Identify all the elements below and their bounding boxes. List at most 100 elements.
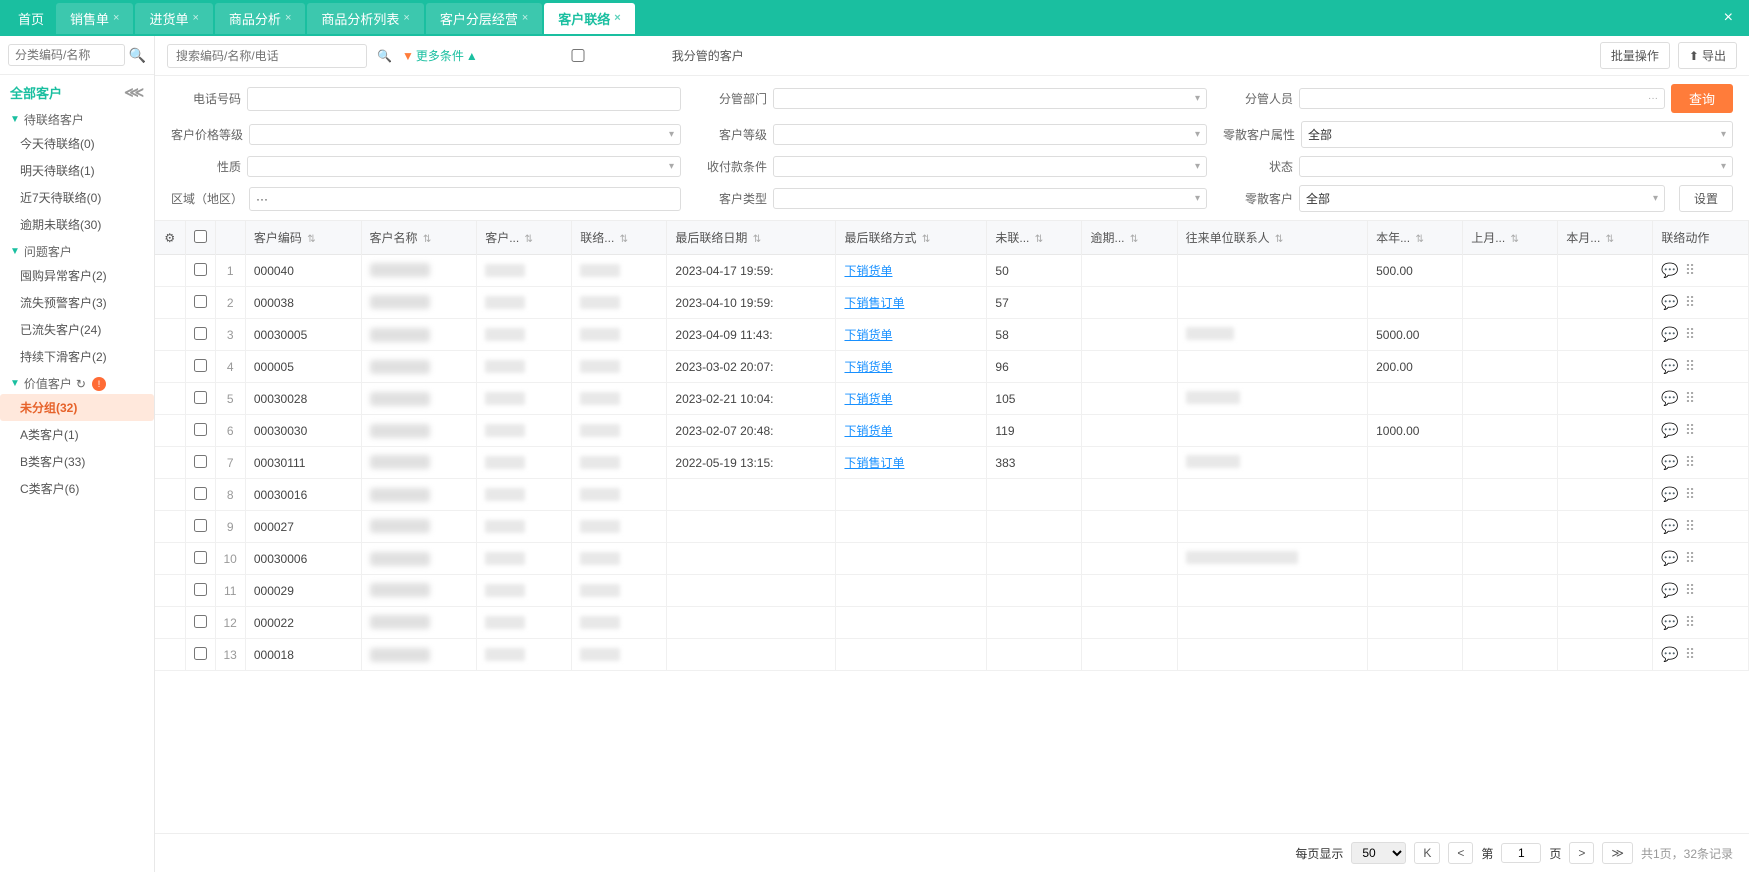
row-check[interactable] xyxy=(194,615,207,628)
sidebar-item-tomorrow[interactable]: 明天待联络(1) xyxy=(0,157,154,184)
sidebar-item-7days[interactable]: 近7天待联络(0) xyxy=(0,184,154,211)
sidebar-item-declining[interactable]: 持续下滑客户(2) xyxy=(0,343,154,370)
batch-op-btn[interactable]: 批量操作 xyxy=(1600,42,1670,69)
status-select[interactable]: ▾ xyxy=(1299,156,1733,177)
qr-icon[interactable]: ⠿ xyxy=(1685,454,1695,471)
no-contact-col-header[interactable]: 未联... ⇅ xyxy=(987,221,1082,255)
phone-input[interactable] xyxy=(247,87,681,111)
row-last-contact-method[interactable]: 下销货单 xyxy=(836,415,987,447)
sidebar-item-lost[interactable]: 已流失客户(24) xyxy=(0,316,154,343)
sidebar-item-today[interactable]: 今天待联络(0) xyxy=(0,130,154,157)
tab-customer-contact[interactable]: 客户联络 × xyxy=(544,3,634,34)
row-check[interactable] xyxy=(194,423,207,436)
qr-icon[interactable]: ⠿ xyxy=(1685,390,1695,407)
row-check[interactable] xyxy=(194,551,207,564)
sidebar-item-b-class[interactable]: B类客户(33) xyxy=(0,448,154,475)
problem-customer-group[interactable]: ▼ 问题客户 xyxy=(0,238,154,262)
region-select[interactable]: ··· xyxy=(249,187,681,211)
filter-search-icon[interactable]: 🔍 xyxy=(377,49,392,63)
close-sales-order[interactable]: × xyxy=(113,12,119,24)
this-month-col-header[interactable]: 本月... ⇅ xyxy=(1558,221,1653,255)
price-grade-select[interactable]: ▾ xyxy=(249,124,681,145)
chat-icon[interactable]: 💬 xyxy=(1661,390,1678,407)
category-col-header[interactable]: 客户... ⇅ xyxy=(477,221,572,255)
chat-icon[interactable]: 💬 xyxy=(1661,550,1678,567)
qr-icon[interactable]: ⠿ xyxy=(1685,326,1695,343)
row-check[interactable] xyxy=(194,327,207,340)
prev-page-btn[interactable]: < xyxy=(1448,842,1473,864)
home-tab[interactable]: 首页 xyxy=(8,3,54,34)
tab-product-analysis-list[interactable]: 商品分析列表 × xyxy=(307,3,423,34)
tab-sales-order[interactable]: 销售单 × xyxy=(56,3,133,34)
close-product-analysis-list[interactable]: × xyxy=(403,12,409,24)
row-check[interactable] xyxy=(194,391,207,404)
sidebar-item-abnormal[interactable]: 囤购异常客户(2) xyxy=(0,262,154,289)
chat-icon[interactable]: 💬 xyxy=(1661,454,1678,471)
row-check[interactable] xyxy=(194,359,207,372)
all-customers-header[interactable]: 全部客户 ⋘ xyxy=(0,75,154,106)
qr-icon[interactable]: ⠿ xyxy=(1685,550,1695,567)
contact-col-header[interactable]: 联络... ⇅ xyxy=(572,221,667,255)
chat-icon[interactable]: 💬 xyxy=(1661,646,1678,663)
chat-icon[interactable]: 💬 xyxy=(1661,262,1678,279)
chat-icon[interactable]: 💬 xyxy=(1661,358,1678,375)
more-conditions-btn[interactable]: ▼ 更多条件 ▲ xyxy=(402,47,478,64)
pending-contact-group[interactable]: ▼ 待联络客户 xyxy=(0,106,154,130)
sidebar-search-icon[interactable]: 🔍 xyxy=(129,47,146,64)
qr-icon[interactable]: ⠿ xyxy=(1685,582,1695,599)
row-last-contact-method[interactable]: 下销货单 xyxy=(836,351,987,383)
select-all-checkbox[interactable] xyxy=(194,230,207,243)
row-last-contact-method[interactable]: 下销货单 xyxy=(836,255,987,287)
code-col-header[interactable]: 客户编码 ⇅ xyxy=(245,221,361,255)
row-last-contact-method[interactable]: 下销货单 xyxy=(836,383,987,415)
page-size-select[interactable]: 50 20 100 xyxy=(1351,842,1406,864)
qr-icon[interactable]: ⠿ xyxy=(1685,358,1695,375)
tab-customer-tier[interactable]: 客户分层经营 × xyxy=(426,3,542,34)
biz-contact-col-header[interactable]: 往来单位联系人 ⇅ xyxy=(1177,221,1368,255)
row-check[interactable] xyxy=(194,295,207,308)
qr-icon[interactable]: ⠿ xyxy=(1685,294,1695,311)
row-check[interactable] xyxy=(194,519,207,532)
qr-icon[interactable]: ⠿ xyxy=(1685,486,1695,503)
chat-icon[interactable]: 💬 xyxy=(1661,518,1678,535)
close-product-analysis[interactable]: × xyxy=(285,12,291,24)
name-col-header[interactable]: 客户名称 ⇅ xyxy=(361,221,477,255)
retail-customer-select[interactable]: 全部 ▾ xyxy=(1299,185,1665,212)
settings-col-header[interactable]: ⚙ xyxy=(155,221,185,255)
row-check[interactable] xyxy=(194,583,207,596)
qr-icon[interactable]: ⠿ xyxy=(1685,518,1695,535)
chat-icon[interactable]: 💬 xyxy=(1661,582,1678,599)
price-segment-group[interactable]: ▼ 价值客户 ↻ ! xyxy=(0,370,154,394)
sidebar-item-a-class[interactable]: A类客户(1) xyxy=(0,421,154,448)
refresh-icon[interactable]: ↻ xyxy=(76,377,86,391)
qr-icon[interactable]: ⠿ xyxy=(1685,646,1695,663)
close-customer-tier[interactable]: × xyxy=(522,12,528,24)
window-close-button[interactable]: × xyxy=(1716,9,1741,27)
payment-select[interactable]: ▾ xyxy=(773,156,1207,177)
row-check[interactable] xyxy=(194,487,207,500)
overdue-col-header[interactable]: 逾期... ⇅ xyxy=(1082,221,1177,255)
sidebar-item-c-class[interactable]: C类客户(6) xyxy=(0,475,154,502)
export-btn[interactable]: ⬆ 导出 xyxy=(1678,42,1737,69)
row-last-contact-method[interactable]: 下销售订单 xyxy=(836,447,987,479)
qr-icon[interactable]: ⠿ xyxy=(1685,614,1695,631)
row-last-contact-method[interactable]: 下销货单 xyxy=(836,319,987,351)
customer-type-select[interactable]: ▾ xyxy=(773,188,1207,209)
gender-select[interactable]: ▾ xyxy=(247,156,681,177)
customer-grade-select[interactable]: ▾ xyxy=(773,124,1207,145)
last-contact-date-col-header[interactable]: 最后联络日期 ⇅ xyxy=(667,221,836,255)
retail-attr-select[interactable]: 全部 ▾ xyxy=(1301,121,1733,148)
row-last-contact-method[interactable]: 下销售订单 xyxy=(836,287,987,319)
query-btn[interactable]: 查询 xyxy=(1671,84,1733,113)
reset-btn[interactable]: 设置 xyxy=(1679,185,1733,212)
row-check[interactable] xyxy=(194,455,207,468)
my-customers-checkbox[interactable]: 我分管的客户 xyxy=(488,47,744,64)
chat-icon[interactable]: 💬 xyxy=(1661,326,1678,343)
next-page-btn[interactable]: > xyxy=(1569,842,1594,864)
row-check[interactable] xyxy=(194,647,207,660)
dept-select[interactable]: ▾ xyxy=(773,88,1207,109)
search-input[interactable] xyxy=(167,44,367,68)
tab-purchase-order[interactable]: 进货单 × xyxy=(135,3,212,34)
close-customer-contact[interactable]: × xyxy=(614,12,620,24)
last-month-col-header[interactable]: 上月... ⇅ xyxy=(1463,221,1558,255)
